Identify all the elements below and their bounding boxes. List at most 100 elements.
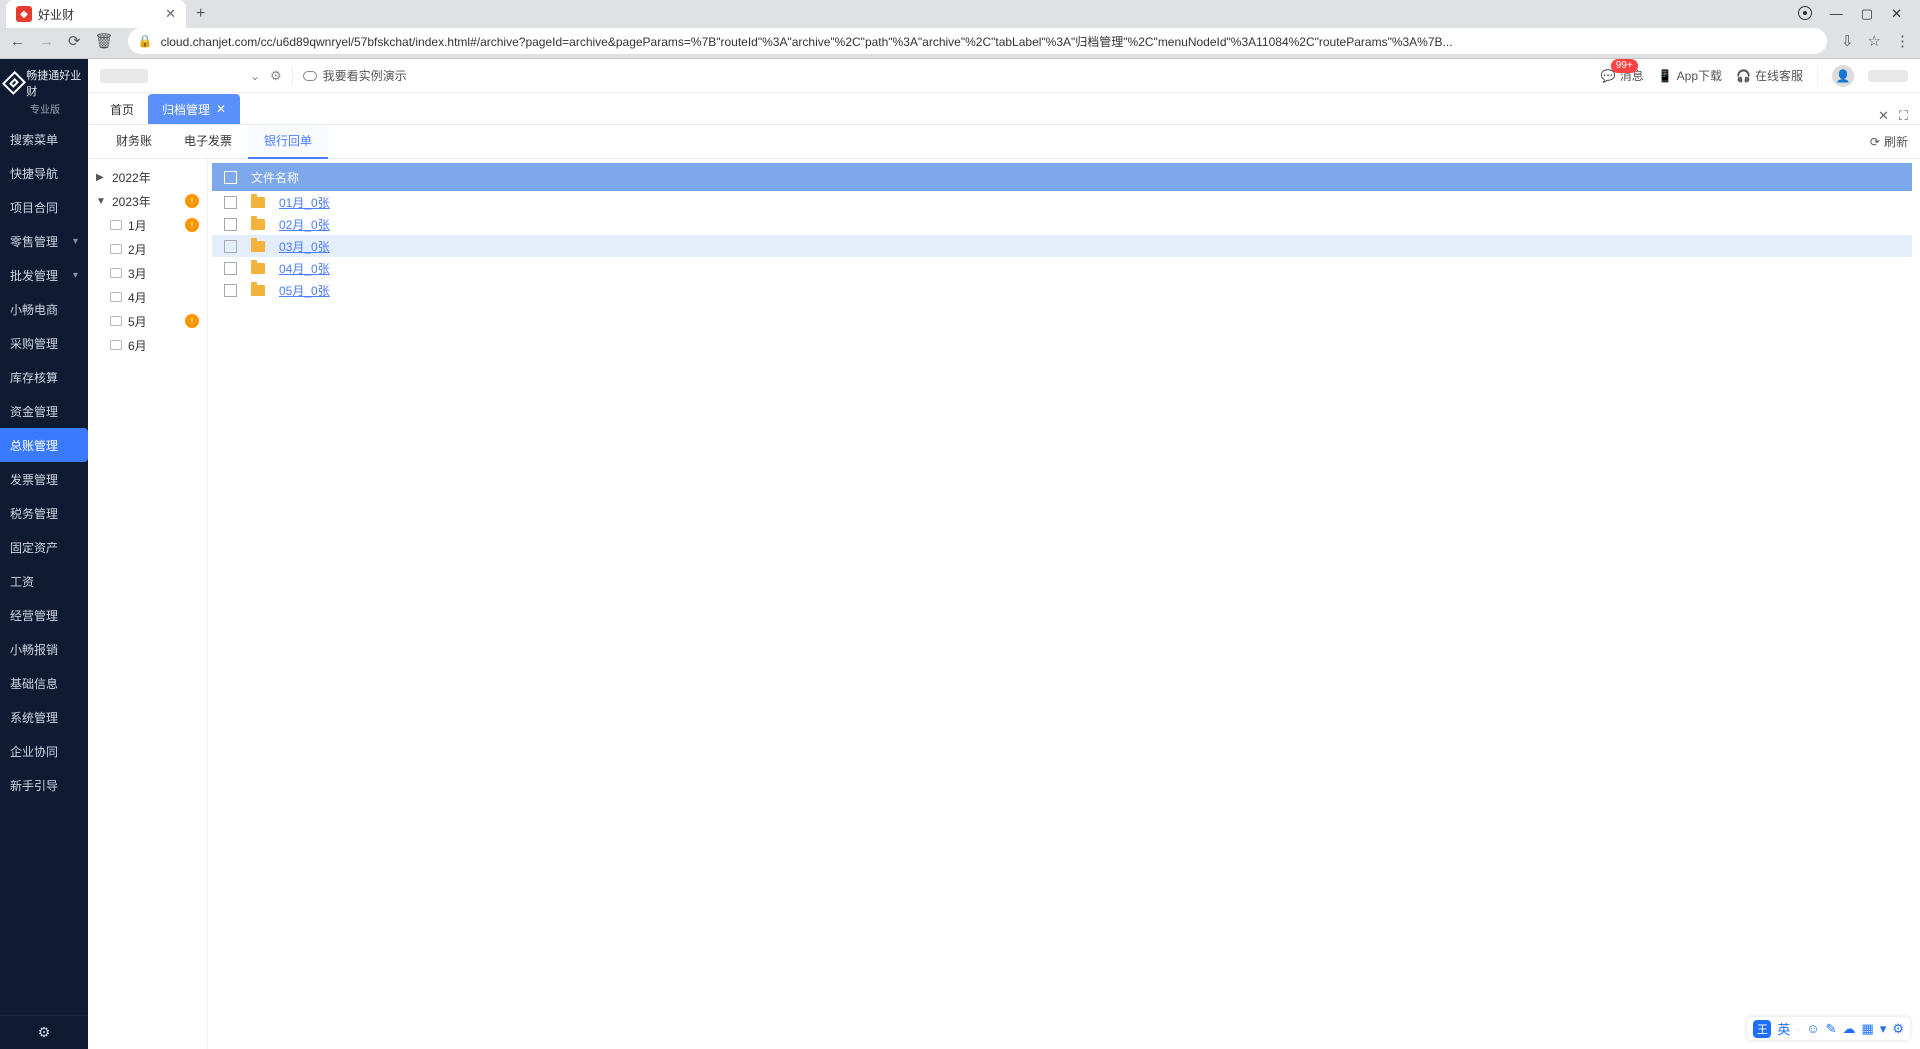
tree-month-2[interactable]: 2月: [92, 237, 203, 261]
folder-icon: [251, 285, 265, 296]
sidebar-settings[interactable]: ⚙: [0, 1015, 88, 1049]
address-field[interactable]: 🔒 cloud.chanjet.com/cc/u6d89qwnryel/57bf…: [128, 28, 1827, 54]
file-name-link[interactable]: 01月_0张: [279, 194, 330, 211]
tree-month-6[interactable]: 6月: [92, 333, 203, 357]
file-row[interactable]: 05月_0张: [212, 279, 1912, 301]
more-icon[interactable]: ⋮: [1895, 32, 1910, 50]
subtab-finance[interactable]: 财务账: [100, 125, 168, 159]
sidebar-item[interactable]: 工资: [0, 564, 88, 598]
sidebar-item[interactable]: 资金管理: [0, 394, 88, 428]
tree-month-4[interactable]: 4月: [92, 285, 203, 309]
sidebar: 畅捷通好业财 专业版 搜索菜单快捷导航项目合同零售管理▾批发管理▾小畅电商采购管…: [0, 59, 88, 1049]
tree-year-2023[interactable]: ▼ 2023年 !: [92, 189, 203, 213]
tab-home[interactable]: 首页: [96, 94, 148, 124]
fullscreen-icon[interactable]: ⛶: [1899, 108, 1908, 124]
close-icon[interactable]: ✕: [165, 6, 176, 22]
sidebar-item[interactable]: 企业协同: [0, 734, 88, 768]
account-icon[interactable]: [1798, 6, 1812, 20]
subtab-einvoice[interactable]: 电子发票: [168, 125, 248, 159]
sidebar-item[interactable]: 系统管理: [0, 700, 88, 734]
star-icon[interactable]: ☆: [1868, 32, 1881, 50]
ime-badge[interactable]: 王: [1753, 1020, 1771, 1038]
tree-month-5[interactable]: 5月 !: [92, 309, 203, 333]
sidebar-item[interactable]: 总账管理: [0, 428, 88, 462]
sidebar-item[interactable]: 采购管理: [0, 326, 88, 360]
row-checkbox[interactable]: [224, 240, 237, 253]
close-window-icon[interactable]: ✕: [1891, 6, 1902, 22]
close-all-icon[interactable]: ✕: [1878, 108, 1889, 124]
file-row[interactable]: 04月_0张: [212, 257, 1912, 279]
sidebar-item[interactable]: 基础信息: [0, 666, 88, 700]
ime-grid-icon[interactable]: ▦: [1862, 1021, 1874, 1037]
sidebar-item[interactable]: 经营管理: [0, 598, 88, 632]
install-icon[interactable]: ⇩: [1841, 32, 1854, 50]
file-row[interactable]: 02月_0张: [212, 213, 1912, 235]
close-icon[interactable]: ✕: [216, 102, 226, 116]
folder-icon: [110, 292, 122, 302]
tree-year-2022[interactable]: ▶ 2022年: [92, 165, 203, 189]
support-button[interactable]: 🎧 在线客服: [1736, 67, 1803, 84]
forward-icon[interactable]: →: [39, 33, 54, 50]
column-filename: 文件名称: [251, 169, 299, 186]
avatar[interactable]: 👤: [1832, 65, 1854, 87]
ime-smile-icon[interactable]: ☺: [1806, 1021, 1819, 1036]
sidebar-item[interactable]: 库存核算: [0, 360, 88, 394]
file-name-link[interactable]: 03月_0张: [279, 238, 330, 255]
tab-archive[interactable]: 归档管理 ✕: [148, 94, 240, 124]
sidebar-item[interactable]: 新手引导: [0, 768, 88, 802]
ime-lang[interactable]: 英: [1777, 1019, 1790, 1038]
refresh-button[interactable]: ⟳ 刷新: [1870, 133, 1908, 150]
sidebar-item[interactable]: 批发管理▾: [0, 258, 88, 292]
message-button[interactable]: 💬 99+ 消息: [1601, 67, 1644, 84]
ime-edit-icon[interactable]: ✎: [1826, 1021, 1837, 1037]
org-selector[interactable]: ⌄: [100, 69, 260, 83]
sidebar-item[interactable]: 快捷导航: [0, 156, 88, 190]
sidebar-item[interactable]: 项目合同: [0, 190, 88, 224]
tree-month-1[interactable]: 1月 !: [92, 213, 203, 237]
file-row[interactable]: 01月_0张: [212, 191, 1912, 213]
row-checkbox[interactable]: [224, 262, 237, 275]
back-icon[interactable]: ←: [10, 33, 25, 50]
sidebar-item-label: 资金管理: [10, 403, 58, 420]
sidebar-item-label: 搜索菜单: [10, 131, 58, 148]
tree-label: 4月: [128, 289, 147, 306]
ime-down-icon[interactable]: ▾: [1880, 1021, 1887, 1037]
alert-badge-icon: !: [185, 218, 199, 232]
file-name-link[interactable]: 05月_0张: [279, 282, 330, 299]
file-name-link[interactable]: 04月_0张: [279, 260, 330, 277]
row-checkbox[interactable]: [224, 218, 237, 231]
ime-toolbar[interactable]: 王 英 · ☺ ✎ ☁ ▦ ▾ ⚙: [1747, 1017, 1910, 1040]
favicon-icon: ◆: [16, 6, 32, 22]
sidebar-item[interactable]: 发票管理: [0, 462, 88, 496]
reload-icon[interactable]: ⟳: [68, 32, 81, 50]
sidebar-item[interactable]: 搜索菜单: [0, 122, 88, 156]
app-download-button[interactable]: 📱 App下载: [1658, 67, 1722, 84]
org-settings-icon[interactable]: ⚙: [270, 68, 282, 84]
file-row[interactable]: 03月_0张: [212, 235, 1912, 257]
select-all-checkbox[interactable]: [224, 171, 237, 184]
logo-icon: [2, 71, 26, 95]
new-tab-button[interactable]: +: [196, 5, 205, 23]
sidebar-item[interactable]: 固定资产: [0, 530, 88, 564]
browser-tab-title: 好业财: [38, 6, 74, 23]
expand-icon: ▶: [96, 172, 106, 183]
subtab-label: 银行回单: [264, 132, 312, 149]
chevron-down-icon: ⌄: [250, 69, 260, 83]
sidebar-item[interactable]: 税务管理: [0, 496, 88, 530]
sidebar-item[interactable]: 小畅电商: [0, 292, 88, 326]
subtab-bankreceipt[interactable]: 银行回单: [248, 125, 328, 159]
minimize-icon[interactable]: —: [1830, 6, 1843, 22]
browser-tab[interactable]: ◆ 好业财 ✕: [6, 0, 186, 28]
sidebar-item[interactable]: 小畅报销: [0, 632, 88, 666]
demo-link[interactable]: 我要看实例演示: [303, 67, 407, 84]
sidebar-item[interactable]: 零售管理▾: [0, 224, 88, 258]
row-checkbox[interactable]: [224, 284, 237, 297]
file-name-link[interactable]: 02月_0张: [279, 216, 330, 233]
sidebar-menu: 搜索菜单快捷导航项目合同零售管理▾批发管理▾小畅电商采购管理库存核算资金管理总账…: [0, 122, 88, 1015]
tree-month-3[interactable]: 3月: [92, 261, 203, 285]
ime-cloud-icon[interactable]: ☁: [1843, 1021, 1856, 1037]
maximize-icon[interactable]: ▢: [1861, 6, 1873, 22]
ime-gear-icon[interactable]: ⚙: [1892, 1021, 1904, 1037]
delete-icon[interactable]: 🗑: [95, 32, 114, 50]
row-checkbox[interactable]: [224, 196, 237, 209]
